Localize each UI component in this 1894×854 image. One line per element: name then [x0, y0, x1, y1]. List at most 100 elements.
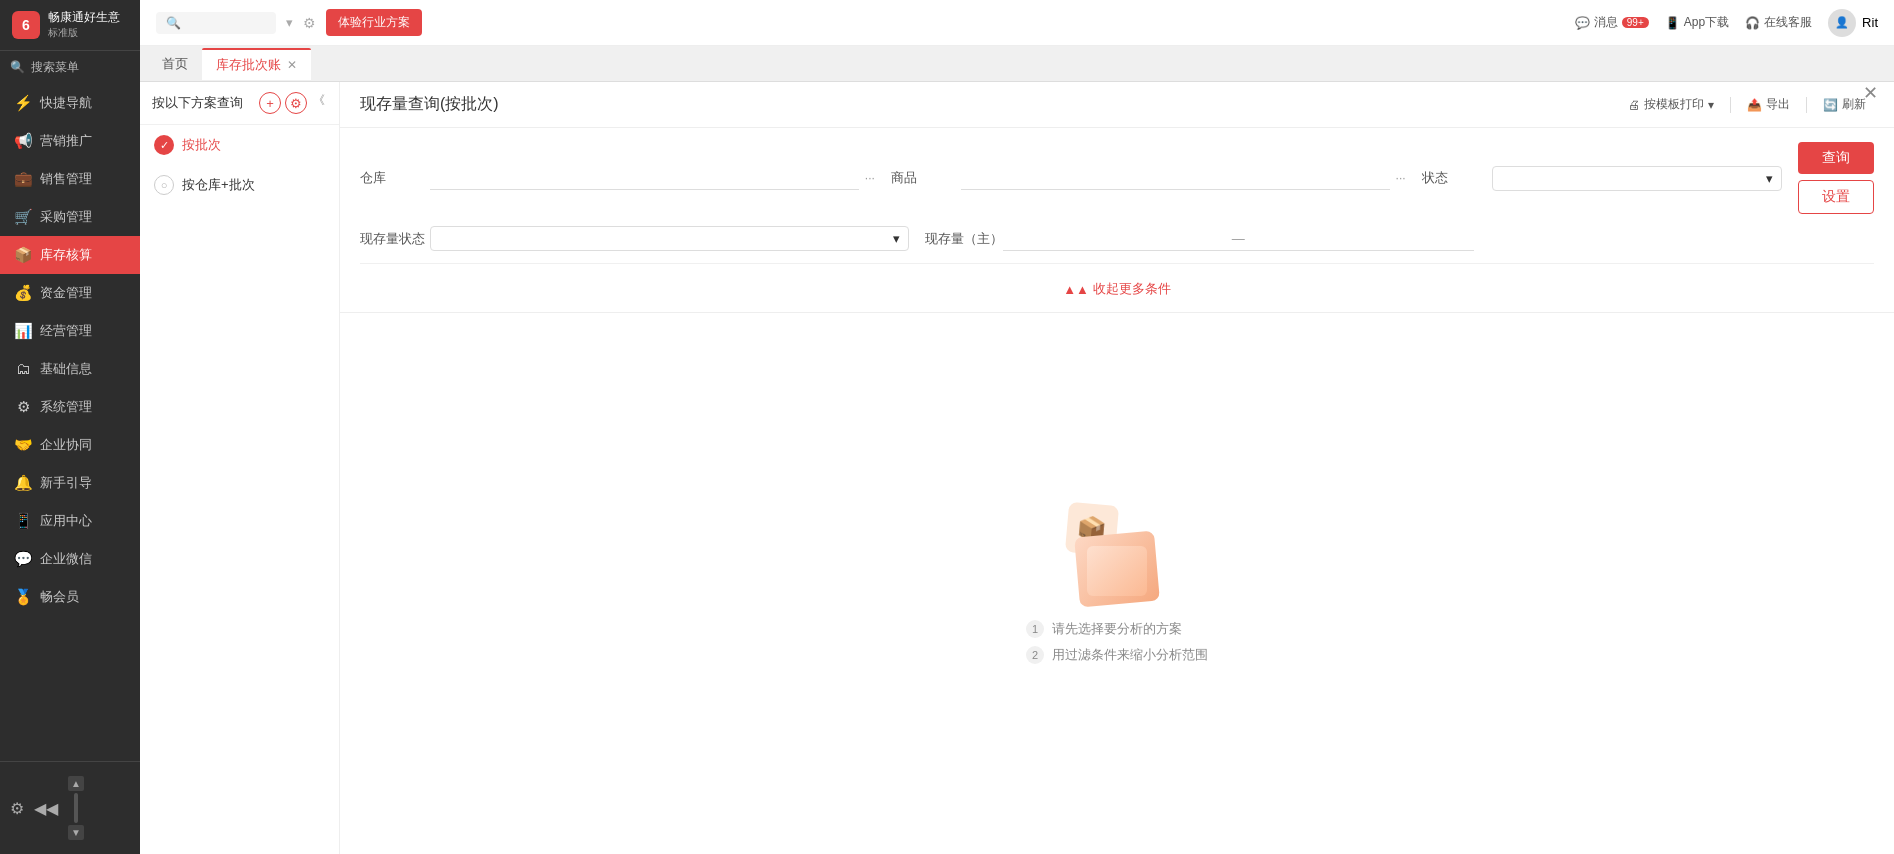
export-button[interactable]: 📤 导出 — [1739, 92, 1798, 117]
dropdown-icon[interactable]: ▾ — [286, 15, 293, 30]
sidebar-item-member[interactable]: 🏅 畅会员 — [0, 578, 140, 616]
messages-button[interactable]: 💬 消息 99+ — [1575, 14, 1649, 31]
scheme-label-warehouse-batch: 按仓库+批次 — [182, 176, 255, 194]
print-button[interactable]: 🖨 按模板打印 ▾ — [1620, 92, 1722, 117]
apps-icon: 📱 — [14, 512, 32, 530]
scheme-item-warehouse-batch[interactable]: ○ 按仓库+批次 — [140, 165, 339, 205]
sidebar-item-quick-nav[interactable]: ⚡ 快捷导航 — [0, 84, 140, 122]
warehouse-filter: 仓库 ··· — [360, 166, 875, 190]
scheme-settings-button[interactable]: ⚙ — [285, 92, 307, 114]
collapse-label: 收起更多条件 — [1093, 280, 1171, 298]
empty-tip-1: 1 请先选择要分析的方案 — [1026, 620, 1208, 638]
tip-num-1: 1 — [1026, 620, 1044, 638]
sidebar-item-label: 库存核算 — [40, 246, 92, 264]
company-name: 畅康通好生意 — [48, 10, 120, 26]
message-icon: 💬 — [1575, 16, 1590, 30]
action-buttons: 查询 设置 — [1798, 142, 1874, 214]
sidebar-item-wechat[interactable]: 💬 企业微信 — [0, 540, 140, 578]
inventory-icon: 📦 — [14, 246, 32, 264]
collapse-sidebar-icon[interactable]: ◀◀ — [34, 799, 58, 818]
right-content: 现存量查询(按批次) 🖨 按模板打印 ▾ 📤 导出 🔄 — [340, 82, 1894, 854]
sidebar-item-guide[interactable]: 🔔 新手引导 — [0, 464, 140, 502]
warehouse-label: 仓库 — [360, 169, 430, 187]
sidebar-item-label: 新手引导 — [40, 474, 92, 492]
sidebar-item-marketing[interactable]: 📢 营销推广 — [0, 122, 140, 160]
print-label: 按模板打印 — [1644, 96, 1704, 113]
scrollbar-track — [74, 793, 78, 823]
empty-illustration: 📦 — [1057, 504, 1177, 604]
tab-home[interactable]: 首页 — [148, 49, 202, 79]
sidebar-item-enterprise[interactable]: 🤝 企业协同 — [0, 426, 140, 464]
amount-from-input[interactable] — [1003, 231, 1226, 246]
panel-close-button[interactable]: ✕ — [1863, 82, 1878, 104]
sidebar-item-label: 采购管理 — [40, 208, 92, 226]
user-menu[interactable]: 👤 Rit — [1828, 9, 1878, 37]
finance-icon: 💰 — [14, 284, 32, 302]
sidebar-item-sales[interactable]: 💼 销售管理 — [0, 160, 140, 198]
topbar-search[interactable]: 🔍 — [156, 12, 276, 34]
settings-button[interactable]: 设置 — [1798, 180, 1874, 214]
tab-inventory-batch[interactable]: 库存批次账 ✕ — [202, 48, 311, 80]
scroll-down-btn[interactable]: ▼ — [68, 825, 84, 840]
sidebar-item-label: 系统管理 — [40, 398, 92, 416]
warehouse-more-btn[interactable]: ··· — [865, 171, 875, 185]
left-panel-actions: + ⚙ 《 — [259, 92, 327, 114]
product-label: 商品 — [891, 169, 961, 187]
trial-button[interactable]: 体验行业方案 — [326, 9, 422, 36]
warehouse-input[interactable] — [430, 166, 859, 190]
status-select[interactable]: ▾ — [1492, 166, 1782, 191]
phone-icon: 📱 — [1665, 16, 1680, 30]
left-panel-header: 按以下方案查询 + ⚙ 《 — [140, 82, 339, 125]
inventory-amount-label: 现存量（主） — [925, 230, 1003, 248]
empty-tips: 1 请先选择要分析的方案 2 用过滤条件来缩小分析范围 — [1026, 620, 1208, 664]
inventory-status-select[interactable]: ▾ — [430, 226, 909, 251]
purchase-icon: 🛒 — [14, 208, 32, 226]
empty-box-inner — [1087, 546, 1147, 596]
wechat-icon: 💬 — [14, 550, 32, 568]
settings-icon[interactable]: ⚙ — [10, 799, 24, 818]
avatar-placeholder: 👤 — [1835, 16, 1849, 29]
collapse-icon[interactable]: 《 — [311, 92, 327, 114]
sidebar-item-basic[interactable]: 🗂 基础信息 — [0, 350, 140, 388]
online-service-button[interactable]: 🎧 在线客服 — [1745, 14, 1812, 31]
sidebar-item-system[interactable]: ⚙ 系统管理 — [0, 388, 140, 426]
sidebar-search[interactable]: 🔍 搜索菜单 — [0, 51, 140, 84]
sidebar-item-label: 销售管理 — [40, 170, 92, 188]
marketing-icon: 📢 — [14, 132, 32, 150]
sidebar-item-label: 畅会员 — [40, 588, 79, 606]
filter-area: 仓库 ··· 商品 ··· 状态 ▾ — [340, 128, 1894, 313]
scroll-up-btn[interactable]: ▲ — [68, 776, 84, 791]
gear-icon[interactable]: ⚙ — [303, 15, 316, 31]
sidebar-item-finance[interactable]: 💰 资金管理 — [0, 274, 140, 312]
query-button[interactable]: 查询 — [1798, 142, 1874, 174]
app-download-button[interactable]: 📱 App下载 — [1665, 14, 1729, 31]
operations-icon: 📊 — [14, 322, 32, 340]
sidebar-item-apps[interactable]: 📱 应用中心 — [0, 502, 140, 540]
main-area: 🔍 ▾ ⚙ 体验行业方案 💬 消息 99+ 📱 App下载 🎧 在线客服 👤 — [140, 0, 1894, 854]
amount-to-input[interactable] — [1251, 231, 1474, 246]
inventory-status-label: 现存量状态 — [360, 230, 430, 248]
inventory-amount-range: — — [1003, 227, 1474, 251]
chevron-up-icon: ▲▲ — [1063, 282, 1089, 297]
empty-state: 📦 1 请先选择要分析的方案 2 用过滤条件来缩小分析范围 — [340, 313, 1894, 854]
tabbar: 首页 库存批次账 ✕ ✕ — [140, 46, 1894, 82]
user-name: Rit — [1862, 15, 1878, 30]
divider2 — [1806, 97, 1807, 113]
collapse-filters-button[interactable]: ▲▲ 收起更多条件 — [1063, 280, 1171, 298]
page-title: 现存量查询(按批次) — [360, 94, 499, 115]
sidebar-item-purchase[interactable]: 🛒 采购管理 — [0, 198, 140, 236]
tab-inventory-batch-label: 库存批次账 — [216, 56, 281, 74]
sidebar-item-operations[interactable]: 📊 经营管理 — [0, 312, 140, 350]
add-scheme-button[interactable]: + — [259, 92, 281, 114]
sidebar-item-inventory[interactable]: 📦 库存核算 — [0, 236, 140, 274]
sidebar-item-label: 基础信息 — [40, 360, 92, 378]
search-icon: 🔍 — [166, 16, 181, 30]
scheme-item-batch[interactable]: ✓ 按批次 — [140, 125, 339, 165]
tab-close-icon[interactable]: ✕ — [287, 58, 297, 72]
status-label: 状态 — [1422, 169, 1492, 187]
product-input[interactable] — [961, 166, 1390, 190]
tip-text-1: 请先选择要分析的方案 — [1052, 620, 1182, 638]
tip-text-2: 用过滤条件来缩小分析范围 — [1052, 646, 1208, 664]
product-more-btn[interactable]: ··· — [1396, 171, 1406, 185]
filter-row-2: 现存量状态 ▾ 现存量（主） — — [360, 226, 1874, 251]
